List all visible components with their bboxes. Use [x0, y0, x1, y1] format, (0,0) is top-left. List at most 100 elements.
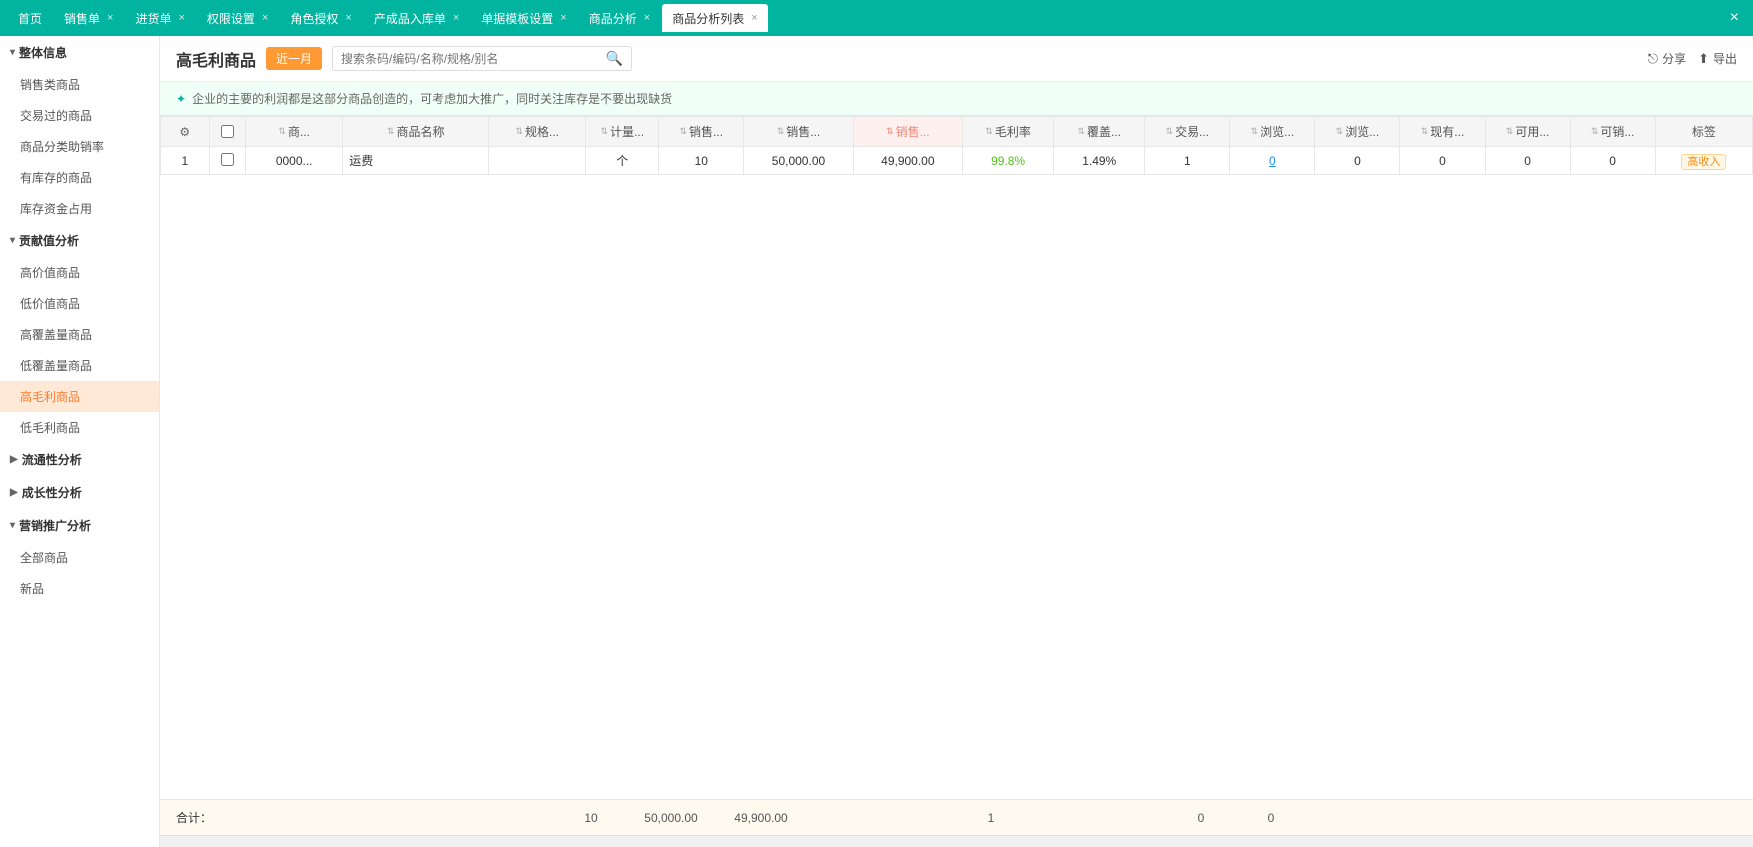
data-table: ⚙ ⇅ 商... — [160, 116, 1753, 175]
export-icon: ⬆ — [1698, 51, 1709, 67]
table-row: 1 0000... 运费 个 10 50,000.00 49,900.00 99… — [161, 147, 1753, 175]
sidebar-item-new-goods[interactable]: 新品 — [0, 573, 159, 604]
col-header-name[interactable]: ⇅ 商品名称 — [343, 117, 489, 147]
cell-stock: 0 — [1400, 147, 1485, 175]
table-wrapper[interactable]: ⚙ ⇅ 商... — [160, 116, 1753, 799]
close-icon[interactable]: × — [560, 12, 566, 24]
col-header-sales-amt[interactable]: ⇅ 销售... — [744, 117, 853, 147]
nav-tab-purchase[interactable]: 进货单 × — [125, 4, 194, 32]
sidebar-item-category-rate[interactable]: 商品分类助销率 — [0, 131, 159, 162]
col-header-coverage[interactable]: ⇅ 覆盖... — [1054, 117, 1145, 147]
close-all-button[interactable]: × — [1724, 9, 1745, 27]
table-header-row: ⚙ ⇅ 商... — [161, 117, 1753, 147]
col-header-sales-cost[interactable]: ⇅ 销售... — [853, 117, 962, 147]
nav-tab-permission[interactable]: 权限设置 × — [197, 4, 278, 32]
col-header-avail[interactable]: ⇅ 可用... — [1485, 117, 1570, 147]
footer-sales-cost: 49,900.00 — [716, 811, 806, 825]
sidebar-item-sales-goods[interactable]: 销售类商品 — [0, 69, 159, 100]
sidebar-item-traded-goods[interactable]: 交易过的商品 — [0, 100, 159, 131]
cell-tag: 高收入 — [1655, 147, 1752, 175]
chevron-down-icon: ▾ — [10, 47, 15, 58]
sidebar-group-contribution[interactable]: ▾ 贡献值分析 — [0, 224, 159, 257]
nav-tab-warehouse[interactable]: 产成品入库单 × — [364, 4, 469, 32]
close-icon[interactable]: × — [107, 12, 113, 24]
col-sort-icon: ⇅ — [1077, 126, 1085, 137]
col-sort-icon: ⇅ — [777, 126, 785, 137]
nav-tab-sales[interactable]: 销售单 × — [54, 4, 123, 32]
nav-tab-analysis-list[interactable]: 商品分析列表 × — [662, 4, 767, 32]
col-sort-icon: ⇅ — [387, 126, 395, 137]
col-sort-icon: ⇅ — [278, 126, 286, 137]
close-icon[interactable]: × — [453, 12, 459, 24]
cell-check[interactable] — [209, 147, 245, 175]
close-icon[interactable]: × — [345, 12, 351, 24]
col-header-browse1[interactable]: ⇅ 浏览... — [1230, 117, 1315, 147]
col-header-sellable[interactable]: ⇅ 可销... — [1570, 117, 1655, 147]
sidebar-item-low-value[interactable]: 低价值商品 — [0, 288, 159, 319]
export-button[interactable]: ⬆ 导出 — [1698, 50, 1737, 67]
filter-period-button[interactable]: 近一月 — [266, 47, 322, 70]
horizontal-scrollbar[interactable] — [160, 835, 1753, 847]
sidebar-item-high-coverage[interactable]: 高覆盖量商品 — [0, 319, 159, 350]
search-icon[interactable]: 🔍 — [606, 50, 623, 67]
col-header-check[interactable] — [209, 117, 245, 147]
col-header-code[interactable]: ⇅ 商... — [246, 117, 343, 147]
sidebar-item-all-goods[interactable]: 全部商品 — [0, 542, 159, 573]
col-header-stock[interactable]: ⇅ 现有... — [1400, 117, 1485, 147]
settings-icon[interactable]: ⚙ — [179, 125, 190, 139]
search-box: 🔍 — [332, 46, 632, 71]
row-checkbox[interactable] — [221, 153, 234, 166]
sidebar-group-liquidity[interactable]: ▶ 流通性分析 — [0, 443, 159, 476]
sidebar-item-low-coverage[interactable]: 低覆盖量商品 — [0, 350, 159, 381]
col-header-browse2[interactable]: ⇅ 浏览... — [1315, 117, 1400, 147]
col-header-spec[interactable]: ⇅ 规格... — [489, 117, 586, 147]
col-header-unit[interactable]: ⇅ 计量... — [586, 117, 659, 147]
nav-tab-analysis[interactable]: 商品分析 × — [579, 4, 660, 32]
sidebar-item-stock-capital[interactable]: 库存资金占用 — [0, 193, 159, 224]
close-icon[interactable]: × — [178, 12, 184, 24]
nav-tab-home[interactable]: 首页 — [8, 4, 52, 32]
cell-trade: 1 — [1145, 147, 1230, 175]
cell-browse1[interactable]: 0 — [1230, 147, 1315, 175]
col-header-tag[interactable]: 标签 — [1655, 117, 1752, 147]
sidebar-group-overview[interactable]: ▾ 整体信息 — [0, 36, 159, 69]
sidebar-group-growth[interactable]: ▶ 成长性分析 — [0, 476, 159, 509]
sidebar-group-marketing[interactable]: ▾ 营销推广分析 — [0, 509, 159, 542]
col-sort-icon: ⇅ — [985, 126, 993, 137]
col-sort-icon: ⇅ — [601, 126, 609, 137]
cell-spec — [489, 147, 586, 175]
col-sort-icon: ⇅ — [1336, 126, 1344, 137]
col-sort-icon: ⇅ — [515, 126, 523, 137]
sidebar: ▾ 整体信息 销售类商品 交易过的商品 商品分类助销率 有库存的商品 库存资金占… — [0, 36, 160, 847]
share-icon: ⎋ — [1648, 51, 1658, 67]
sidebar-item-high-margin[interactable]: 高毛利商品 — [0, 381, 159, 412]
footer-sales-amt: 50,000.00 — [626, 811, 716, 825]
sidebar-item-high-value[interactable]: 高价值商品 — [0, 257, 159, 288]
footer-sales-qty: 10 — [556, 811, 626, 825]
cell-idx: 1 — [161, 147, 210, 175]
chevron-right-icon: ▶ — [10, 454, 18, 465]
chevron-down-icon: ▾ — [10, 235, 15, 246]
share-button[interactable]: ⎋ 分享 — [1648, 50, 1686, 67]
close-icon[interactable]: × — [751, 12, 757, 24]
sidebar-item-low-margin[interactable]: 低毛利商品 — [0, 412, 159, 443]
close-icon[interactable]: × — [262, 12, 268, 24]
page-title: 高毛利商品 — [176, 47, 256, 71]
footer-total-row: 合计： 10 50,000.00 49,900.00 1 0 0 — [160, 799, 1753, 835]
cell-coverage: 1.49% — [1054, 147, 1145, 175]
col-header-sales-qty[interactable]: ⇅ 销售... — [659, 117, 744, 147]
chevron-right-icon: ▶ — [10, 487, 18, 498]
col-sort-icon: ⇅ — [886, 126, 894, 137]
select-all-checkbox[interactable] — [221, 125, 234, 138]
cell-sales-amt: 50,000.00 — [744, 147, 853, 175]
search-input[interactable] — [341, 52, 601, 66]
col-header-margin-rate[interactable]: ⇅ 毛利率 — [963, 117, 1054, 147]
close-icon[interactable]: × — [644, 12, 650, 24]
cell-sellable: 0 — [1570, 147, 1655, 175]
col-sort-icon: ⇅ — [1506, 126, 1514, 137]
nav-tab-role[interactable]: 角色授权 × — [280, 4, 361, 32]
col-header-trade[interactable]: ⇅ 交易... — [1145, 117, 1230, 147]
col-header-idx[interactable]: ⚙ — [161, 117, 210, 147]
sidebar-item-stocked-goods[interactable]: 有库存的商品 — [0, 162, 159, 193]
nav-tab-template[interactable]: 单据模板设置 × — [471, 4, 576, 32]
